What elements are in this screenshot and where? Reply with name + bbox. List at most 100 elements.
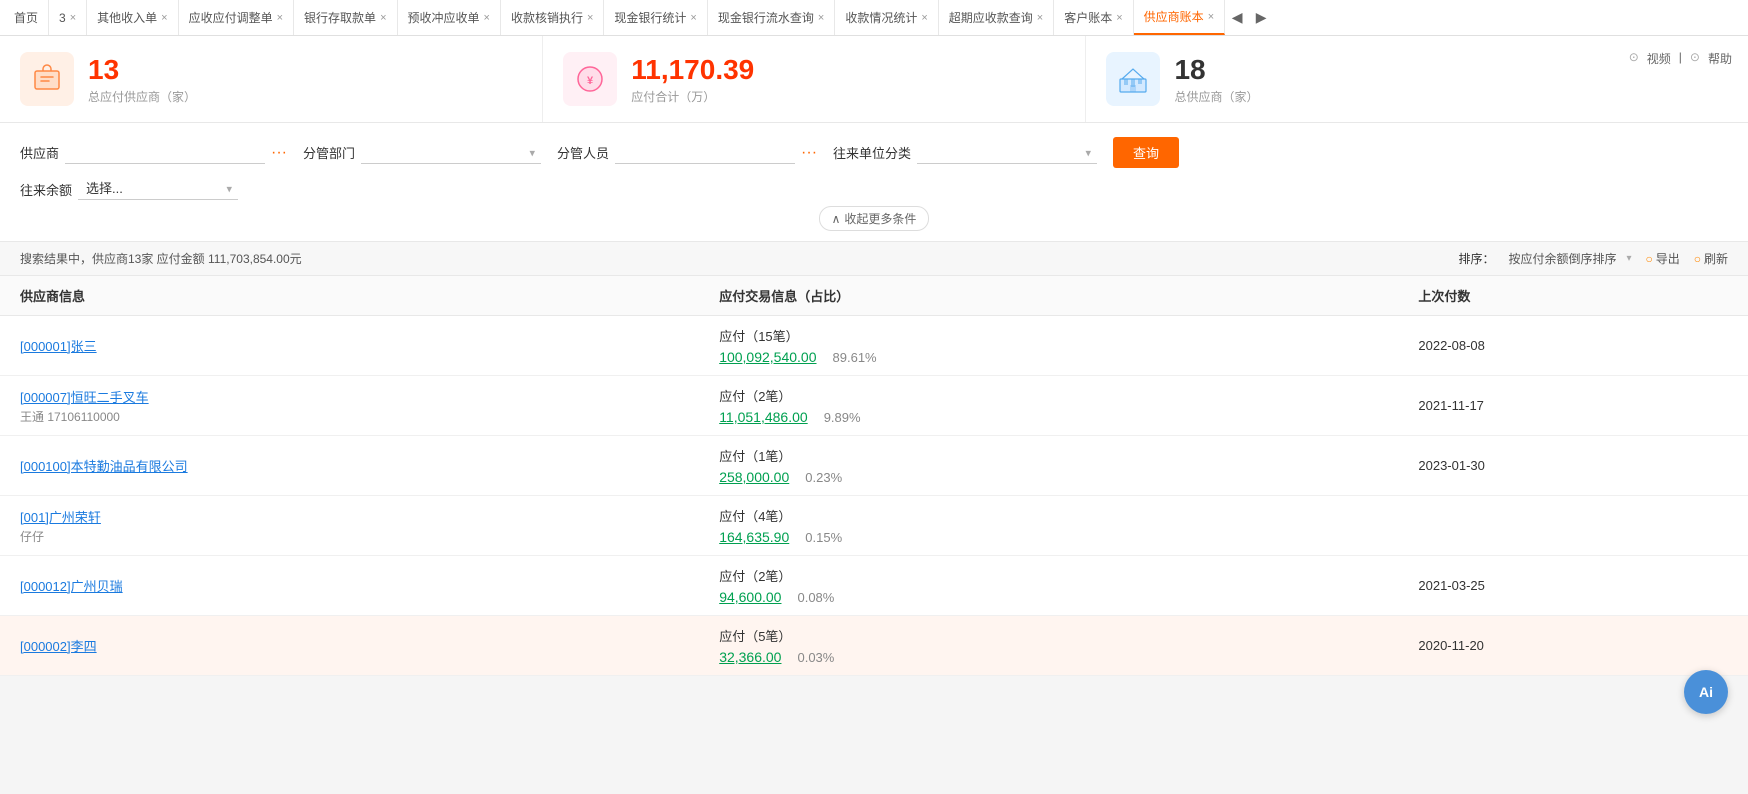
nav-tab-supplier-ledger-close[interactable]: × <box>1208 11 1214 23</box>
supplier-link[interactable]: [000007]恒旺二手叉车 <box>20 387 679 406</box>
nav-tab-bank-deposit-label: 银行存取款单 <box>304 9 376 26</box>
data-table-container: 供应商信息 应付交易信息（占比） 上次付数 [000001]张三应付（15笔）1… <box>0 276 1748 676</box>
nav-tab-3-close[interactable]: × <box>70 12 76 24</box>
nav-tab-supplier-ledger[interactable]: 供应商账本 × <box>1134 0 1225 35</box>
nav-tab-prepay-label: 预收冲应收单 <box>408 9 480 26</box>
supplier-more-icon[interactable]: ··· <box>271 144 287 162</box>
nav-tab-prepay-close[interactable]: × <box>484 12 490 24</box>
summary-value-3: 18 <box>1174 53 1258 87</box>
nav-prev-arrow[interactable]: ◀ <box>1225 0 1249 35</box>
nav-tab-ar-ap-adjust[interactable]: 应收应付调整单 × <box>179 0 294 35</box>
circle-icon-help: ⊙ <box>1690 50 1700 64</box>
payable-amount[interactable]: 32,366.00 <box>719 649 781 665</box>
payable-info-cell: 应付（15笔） 100,092,540.00 89.61% <box>699 316 1398 376</box>
payable-info-cell: 应付（2笔） 94,600.00 0.08% <box>699 556 1398 616</box>
table-row: [000012]广州贝瑞 应付（2笔） 94,600.00 0.08% 2021-03-… <box>0 556 1748 616</box>
table-row: [001]广州荣轩仔仔应付（4笔）164,635.900.15% <box>0 496 1748 556</box>
nav-tab-prepay[interactable]: 预收冲应收单 × <box>398 0 501 35</box>
supplier-link[interactable]: [001]广州荣轩 <box>20 507 679 526</box>
nav-tab-collection-close[interactable]: × <box>587 12 593 24</box>
refresh-button[interactable]: ○ 刷新 <box>1694 250 1728 267</box>
nav-tab-bank-deposit[interactable]: 银行存取款单 × <box>294 0 397 35</box>
nav-tab-other-income-close[interactable]: × <box>161 12 167 24</box>
payable-amount[interactable]: 164,635.90 <box>719 529 789 545</box>
dept-filter-label: 分管部门 <box>303 143 355 162</box>
nav-next-arrow[interactable]: ▶ <box>1249 0 1273 35</box>
video-link[interactable]: 视频 <box>1647 50 1671 67</box>
export-button[interactable]: ○ 导出 <box>1645 250 1679 267</box>
payable-amount[interactable]: 100,092,540.00 <box>719 349 816 365</box>
supplier-contact: 王通 17106110000 <box>20 408 679 425</box>
supplier-info-cell: [000007]恒旺二手叉车王通 17106110000 <box>0 376 699 436</box>
total-supplier-icon <box>1106 52 1160 106</box>
top-navigation: 首页 3 × 其他收入单 × 应收应付调整单 × 银行存取款单 × 预收冲应收单… <box>0 0 1748 36</box>
nav-tab-home[interactable]: 首页 <box>4 0 49 35</box>
ai-badge[interactable]: Ai <box>1684 670 1728 714</box>
nav-tab-cash-bank-stat[interactable]: 现金银行统计 × <box>604 0 707 35</box>
category-select[interactable] <box>917 142 1097 164</box>
col-header-payable: 应付交易信息（占比） <box>699 276 1398 316</box>
circle-icon-video: ⊙ <box>1629 50 1639 64</box>
supplier-info-cell: [000100]本特勤油品有限公司 <box>0 436 699 496</box>
payable-percent: 0.08% <box>797 590 834 605</box>
person-input[interactable] <box>615 142 795 164</box>
payable-count: 应付（2笔） <box>719 566 1378 585</box>
table-row: [000002]李四应付（5笔）32,366.000.03%2020-11-20 <box>0 616 1748 676</box>
nav-tab-other-income[interactable]: 其他收入单 × <box>87 0 178 35</box>
export-icon: ○ <box>1645 252 1652 266</box>
table-row: [000001]张三应付（15笔）100,092,540.0089.61%202… <box>0 316 1748 376</box>
summary-card-1: 13 总应付供应商（家） <box>0 36 543 122</box>
payable-amount[interactable]: 258,000.00 <box>719 469 789 485</box>
category-filter-label: 往来单位分类 <box>833 143 911 162</box>
supplier-table: 供应商信息 应付交易信息（占比） 上次付数 [000001]张三应付（15笔）1… <box>0 276 1748 676</box>
person-more-icon[interactable]: ··· <box>801 144 817 162</box>
nav-tab-customer-ledger-label: 客户账本 <box>1064 9 1112 26</box>
person-filter: 分管人员 ··· <box>557 142 817 164</box>
payable-count: 应付（15笔） <box>719 326 1378 345</box>
sort-select[interactable]: 按应付余额倒序排序按应付余额正序排序按名称排序 <box>1508 252 1631 266</box>
last-pay-cell: 2021-03-25 <box>1398 556 1748 616</box>
nav-tab-overdue-close[interactable]: × <box>1037 12 1043 24</box>
summary-label-1: 总应付供应商（家） <box>88 88 196 105</box>
payable-amount[interactable]: 11,051,486.00 <box>719 409 808 425</box>
payable-amount[interactable]: 94,600.00 <box>719 589 781 605</box>
nav-tab-customer-ledger-close[interactable]: × <box>1116 12 1122 24</box>
export-label: 导出 <box>1656 250 1680 267</box>
nav-tab-cash-flow-close[interactable]: × <box>818 12 824 24</box>
nav-tab-3[interactable]: 3 × <box>49 0 87 35</box>
query-button[interactable]: 查询 <box>1113 137 1179 168</box>
supplier-input[interactable] <box>65 142 265 164</box>
nav-tab-bank-deposit-close[interactable]: × <box>380 12 386 24</box>
payable-percent: 89.61% <box>833 350 877 365</box>
sort-select-wrap: 按应付余额倒序排序按应付余额正序排序按名称排序 <box>1508 252 1631 266</box>
supplier-link[interactable]: [000100]本特勤油品有限公司 <box>20 456 679 475</box>
nav-tab-ar-ap-adjust-close[interactable]: × <box>277 12 283 24</box>
summary-info-1: 13 总应付供应商（家） <box>88 53 196 106</box>
refresh-icon: ○ <box>1694 252 1701 266</box>
nav-tab-collection[interactable]: 收款核销执行 × <box>501 0 604 35</box>
supplier-link[interactable]: [000012]广州贝瑞 <box>20 576 679 595</box>
supplier-filter-label: 供应商 <box>20 143 59 162</box>
nav-tab-cash-bank-stat-close[interactable]: × <box>690 12 696 24</box>
balance-select[interactable]: 选择... <box>78 178 238 200</box>
nav-tab-overdue[interactable]: 超期应收款查询 × <box>939 0 1054 35</box>
payable-info-cell: 应付（1笔）258,000.000.23% <box>699 436 1398 496</box>
supplier-ap-icon <box>20 52 74 106</box>
help-link[interactable]: 帮助 <box>1708 50 1732 67</box>
supplier-link[interactable]: [000002]李四 <box>20 636 679 655</box>
dept-select[interactable] <box>361 142 541 164</box>
nav-tab-customer-ledger[interactable]: 客户账本 × <box>1054 0 1133 35</box>
payable-percent: 9.89% <box>824 410 861 425</box>
supplier-link[interactable]: [000001]张三 <box>20 336 679 355</box>
result-summary-text: 搜索结果中，供应商13家 应付金额 111,703,854.00元 <box>20 250 302 267</box>
payable-count: 应付（4笔） <box>719 506 1378 525</box>
nav-tab-cash-flow[interactable]: 现金银行流水查询 × <box>708 0 835 35</box>
filter-area: 供应商 ··· 分管部门 分管人员 ··· 往来单位分类 查询 <box>0 123 1748 242</box>
table-row: [000007]恒旺二手叉车王通 17106110000 应付（2笔） 11,051… <box>0 376 1748 436</box>
collapse-button[interactable]: ∧ 收起更多条件 <box>819 206 930 231</box>
nav-tab-ar-ap-adjust-label: 应收应付调整单 <box>189 9 273 26</box>
supplier-info-cell: [000012]广州贝瑞 <box>0 556 699 616</box>
nav-tab-collection-stat[interactable]: 收款情况统计 × <box>835 0 938 35</box>
nav-tab-collection-stat-close[interactable]: × <box>921 12 927 24</box>
payable-count: 应付（2笔） <box>719 386 1378 405</box>
